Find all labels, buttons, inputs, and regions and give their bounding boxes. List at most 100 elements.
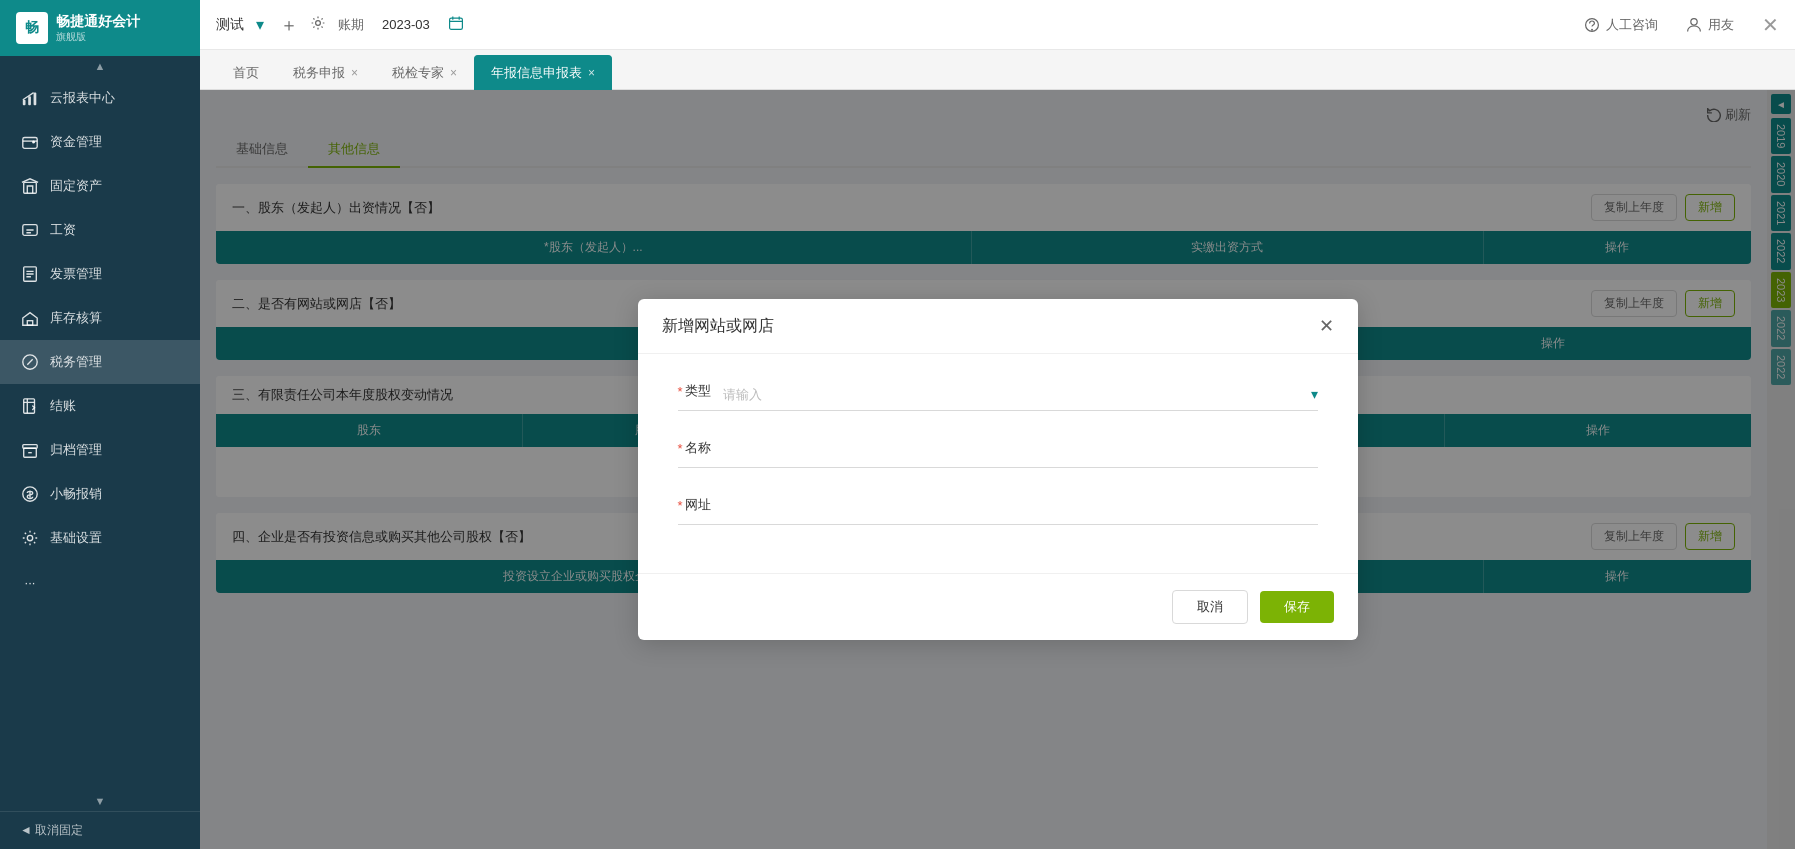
modal-cancel-button[interactable]: 取消 [1172, 590, 1248, 624]
sidebar-item-yunbaobiao[interactable]: 云报表中心 [0, 76, 200, 120]
service-button[interactable]: 人工咨询 [1584, 16, 1658, 34]
sidebar-item-fapiao[interactable]: 发票管理 [0, 252, 200, 296]
sidebar-item-label: 工资 [50, 221, 76, 239]
svg-point-13 [27, 535, 32, 540]
sidebar: 畅 畅捷通好会计 旗舰版 ▲ 云报表中心 资金管理 [0, 0, 200, 849]
wallet-icon [20, 132, 40, 152]
tab-shuijian[interactable]: 税检专家 × [375, 55, 474, 90]
salary-icon [20, 220, 40, 240]
type-label: 类型 [683, 382, 711, 400]
sidebar-scroll-up[interactable]: ▲ [0, 56, 200, 76]
tab-nianbao[interactable]: 年报信息申报表 × [474, 55, 612, 90]
invoice-icon [20, 264, 40, 284]
tab-shuijian-label: 税检专家 [392, 64, 444, 82]
modal-body: * 类型 ▾ * 名称 [638, 354, 1358, 573]
topbar: 测试 ▾ ＋ 账期 2023-03 人工咨询 用友 ✕ [200, 0, 1795, 50]
type-dropdown-arrow[interactable]: ▾ [1311, 386, 1318, 402]
tax-icon [20, 352, 40, 372]
close-book-icon [20, 396, 40, 416]
app-container: 畅 畅捷通好会计 旗舰版 ▲ 云报表中心 资金管理 [0, 0, 1795, 849]
form-item-name: * 名称 [678, 435, 1318, 468]
modal-footer: 取消 保存 [638, 573, 1358, 640]
sidebar-item-label: 固定资产 [50, 177, 102, 195]
sidebar-logo: 畅 畅捷通好会计 旗舰版 [0, 0, 200, 56]
svg-rect-0 [23, 100, 26, 105]
sidebar-item-kucun[interactable]: 库存核算 [0, 296, 200, 340]
tab-shuiwu-shenb[interactable]: 税务申报 × [276, 55, 375, 90]
sidebar-item-label: 库存核算 [50, 309, 102, 327]
company-dropdown-icon[interactable]: ▾ [256, 15, 264, 34]
url-label: 网址 [683, 496, 711, 514]
tab-shuijian-close[interactable]: × [450, 66, 457, 80]
svg-rect-3 [23, 138, 37, 149]
svg-rect-15 [449, 18, 462, 29]
cancel-fixed-button[interactable]: ◄ 取消固定 [20, 822, 180, 839]
sidebar-item-label: 小畅报销 [50, 485, 102, 503]
main-area: 测试 ▾ ＋ 账期 2023-03 人工咨询 用友 ✕ [200, 0, 1795, 849]
sidebar-item-xiaochang[interactable]: 小畅报销 [0, 472, 200, 516]
tab-home-label: 首页 [233, 64, 259, 82]
tab-nianbao-label: 年报信息申报表 [491, 64, 582, 82]
period-label: 账期 [338, 16, 364, 34]
sidebar-item-guidang[interactable]: 归档管理 [0, 428, 200, 472]
sidebar-bottom: ◄ 取消固定 [0, 811, 200, 849]
modal-save-button[interactable]: 保存 [1260, 591, 1334, 623]
tabbar: 首页 税务申报 × 税检专家 × 年报信息申报表 × [200, 50, 1795, 90]
sidebar-item-zijin[interactable]: 资金管理 [0, 120, 200, 164]
svg-point-17 [1592, 29, 1593, 30]
sidebar-item-label: 归档管理 [50, 441, 102, 459]
form-item-type: * 类型 ▾ [678, 378, 1318, 411]
logo-icon: 畅 [16, 12, 48, 44]
name-input[interactable] [723, 444, 1318, 459]
svg-rect-2 [34, 93, 37, 106]
settings-icon [20, 528, 40, 548]
sidebar-item-label: 税务管理 [50, 353, 102, 371]
tab-nianbao-close[interactable]: × [588, 66, 595, 80]
sidebar-scroll-down[interactable]: ▼ [0, 791, 200, 811]
settings-topbar-icon[interactable] [310, 15, 326, 35]
svg-rect-4 [24, 183, 37, 194]
sidebar-item-label: 云报表中心 [50, 89, 115, 107]
window-close-button[interactable]: ✕ [1762, 13, 1779, 37]
logo-edition: 旗舰版 [56, 30, 140, 44]
modal-overlay: 新增网站或网店 ✕ * 类型 ▾ [200, 90, 1795, 849]
url-input-wrapper: * 网址 [678, 492, 1318, 525]
name-label: 名称 [683, 439, 711, 457]
sidebar-item-shuiwu[interactable]: 税务管理 [0, 340, 200, 384]
user-button[interactable]: 用友 [1686, 16, 1734, 34]
sidebar-item-gudingzichan[interactable]: 固定资产 [0, 164, 200, 208]
logo-title: 畅捷通好会计 [56, 12, 140, 30]
period-value: 2023-03 [382, 17, 430, 32]
sidebar-item-label: 资金管理 [50, 133, 102, 151]
sidebar-item-label: 结账 [50, 397, 76, 415]
svg-rect-1 [28, 96, 31, 105]
type-input-wrapper: * 类型 ▾ [678, 378, 1318, 411]
svg-point-18 [1691, 18, 1697, 24]
form-item-url: * 网址 [678, 492, 1318, 525]
calendar-icon[interactable] [448, 15, 464, 34]
svg-point-14 [316, 20, 321, 25]
warehouse-icon [20, 308, 40, 328]
add-company-icon[interactable]: ＋ [280, 13, 298, 37]
tab-home[interactable]: 首页 [216, 55, 276, 90]
modal-add-website: 新增网站或网店 ✕ * 类型 ▾ [638, 299, 1358, 640]
modal-title: 新增网站或网店 [662, 316, 774, 337]
more-icon: ··· [20, 572, 40, 592]
url-input[interactable] [723, 501, 1318, 516]
modal-close-button[interactable]: ✕ [1319, 315, 1334, 337]
sidebar-item-jiezhang[interactable]: 结账 [0, 384, 200, 428]
content-area: 刷新 基础信息 其他信息 一、股东（发起人）出资情况【否】 [200, 90, 1795, 849]
sidebar-item-jichushezhi[interactable]: 基础设置 [0, 516, 200, 560]
sidebar-item-label: 发票管理 [50, 265, 102, 283]
svg-rect-7 [27, 321, 32, 326]
expense-icon [20, 484, 40, 504]
sidebar-nav: 云报表中心 资金管理 固定资产 工资 [0, 76, 200, 791]
building-icon [20, 176, 40, 196]
tab-shuiwu-label: 税务申报 [293, 64, 345, 82]
tab-shuiwu-close[interactable]: × [351, 66, 358, 80]
archive-icon [20, 440, 40, 460]
sidebar-item-gongzi[interactable]: 工资 [0, 208, 200, 252]
type-input[interactable] [723, 387, 1311, 402]
name-input-wrapper: * 名称 [678, 435, 1318, 468]
sidebar-item-more[interactable]: ··· [0, 560, 200, 604]
